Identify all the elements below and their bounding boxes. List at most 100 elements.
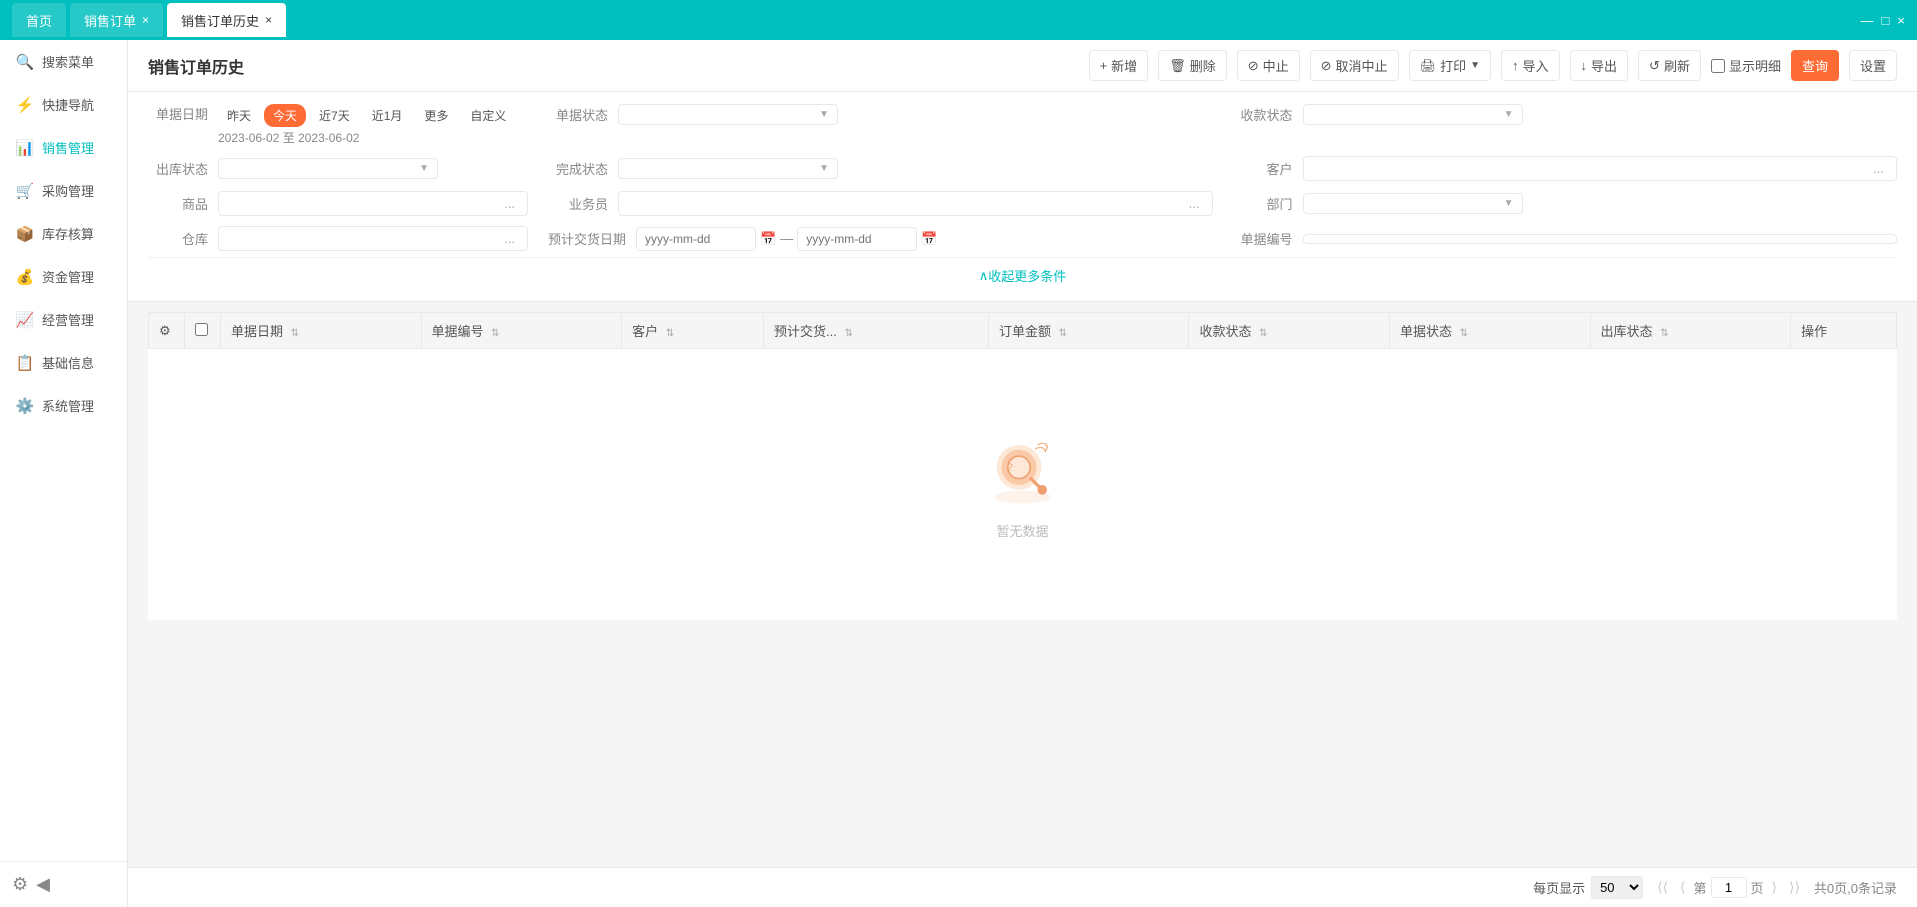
cancel-stop-button[interactable]: ⊘ 取消中止 <box>1310 50 1399 81</box>
sidebar-item-finance[interactable]: 💰 资金管理 <box>0 255 127 298</box>
warehouse-dots[interactable]: ... <box>500 231 519 246</box>
delete-icon: 🗑 <box>1169 58 1186 74</box>
outbound-select[interactable]: ▼ <box>218 158 438 179</box>
sidebar-item-system[interactable]: ⚙️ 系统管理 <box>0 384 127 427</box>
close-window-button[interactable]: × <box>1897 13 1905 28</box>
tab-sales-order-history-close[interactable]: × <box>265 13 272 27</box>
sidebar-item-inventory[interactable]: 📦 库存核算 <box>0 212 127 255</box>
col-amount-sort: ⇅ <box>1059 328 1067 339</box>
last-page-btn[interactable]: ⟩⟩ <box>1785 877 1804 898</box>
main-layout: 🔍 搜索菜单 ⚡ 快捷导航 📊 销售管理 🛒 采购管理 📦 库存核算 💰 资金管… <box>0 40 1917 907</box>
sidebar-inventory-label: 库存核算 <box>42 224 94 243</box>
sidebar-settings-btn[interactable]: ⚙ <box>12 874 28 895</box>
tab-sales-order[interactable]: 销售订单 × <box>70 3 163 37</box>
stop-button[interactable]: ⊘ 中止 <box>1237 50 1300 81</box>
top-bar: 首页 销售订单 × 销售订单历史 × — □ × <box>0 0 1917 40</box>
col-doc-status[interactable]: 单据状态 ⇅ <box>1390 313 1591 349</box>
sidebar-item-search[interactable]: 🔍 搜索菜单 <box>0 40 127 83</box>
display-toggle-checkbox[interactable] <box>1711 59 1725 73</box>
col-outbound-status[interactable]: 出库状态 ⇅ <box>1590 313 1791 349</box>
outbound-chevron: ▼ <box>419 163 429 174</box>
select-all-checkbox[interactable] <box>195 323 208 336</box>
sidebar-item-basics[interactable]: 📋 基础信息 <box>0 341 127 384</box>
display-toggle[interactable]: 显示明细 <box>1711 56 1781 75</box>
col-date[interactable]: 单据日期 ⇅ <box>221 313 422 349</box>
sidebar-item-sales[interactable]: 📊 销售管理 <box>0 126 127 169</box>
delivery-from-input[interactable] <box>636 227 756 251</box>
page-number-input[interactable] <box>1711 877 1747 898</box>
import-icon: ↑ <box>1512 58 1519 73</box>
warehouse-label: 仓库 <box>148 229 218 248</box>
restore-button[interactable]: □ <box>1882 13 1890 28</box>
import-button[interactable]: ↑ 导入 <box>1501 50 1560 81</box>
tab-sales-order-history[interactable]: 销售订单历史 × <box>167 3 286 37</box>
col-docno-sort: ⇅ <box>491 328 499 339</box>
salesperson-dots[interactable]: ... <box>1185 196 1204 211</box>
customer-dots[interactable]: ... <box>1869 161 1888 176</box>
prev-page-btn[interactable]: ⟨ <box>1676 877 1689 898</box>
stop-icon: ⊘ <box>1248 58 1259 74</box>
sidebar-item-operations[interactable]: 📈 经营管理 <box>0 298 127 341</box>
sidebar-item-purchase[interactable]: 🛒 采购管理 <box>0 169 127 212</box>
first-page-btn[interactable]: ⟨⟨ <box>1653 877 1672 898</box>
col-customer[interactable]: 客户 ⇅ <box>622 313 764 349</box>
print-dropdown-icon: ▼ <box>1470 60 1480 71</box>
outbound-label: 出库状态 <box>148 159 218 178</box>
col-date-label: 单据日期 <box>231 324 283 339</box>
export-button[interactable]: ↓ 导出 <box>1570 50 1629 81</box>
complete-select[interactable]: ▼ <box>618 158 838 179</box>
col-delivery[interactable]: 预计交货... ⇅ <box>764 313 989 349</box>
dept-chevron: ▼ <box>1504 198 1514 209</box>
collapse-label: 收起更多条件 <box>988 266 1066 285</box>
date-btn-more[interactable]: 更多 <box>415 104 457 127</box>
sidebar: 🔍 搜索菜单 ⚡ 快捷导航 📊 销售管理 🛒 采购管理 📦 库存核算 💰 资金管… <box>0 40 128 907</box>
per-page-select[interactable]: 50 10 20 100 <box>1591 876 1643 899</box>
import-label: 导入 <box>1523 56 1549 75</box>
add-icon: + <box>1100 58 1108 73</box>
col-delivery-label: 预计交货... <box>774 324 837 339</box>
delete-label: 删除 <box>1190 56 1216 75</box>
goods-dots[interactable]: ... <box>500 196 519 211</box>
doc-no-label: 单据编号 <box>1233 229 1303 248</box>
delete-button[interactable]: 🗑 删除 <box>1158 50 1227 81</box>
collapse-btn[interactable]: ∧ 收起更多条件 <box>148 262 1897 289</box>
date-btn-1month[interactable]: 近1月 <box>363 104 412 127</box>
query-button[interactable]: 查询 <box>1791 50 1839 81</box>
tab-sales-order-close[interactable]: × <box>142 13 149 27</box>
refresh-button[interactable]: ↺ 刷新 <box>1638 50 1701 81</box>
table-settings-th[interactable]: ⚙ <box>149 313 185 349</box>
add-button[interactable]: + 新增 <box>1089 50 1149 81</box>
col-docno[interactable]: 单据编号 ⇅ <box>421 313 622 349</box>
dept-select[interactable]: ▼ <box>1303 193 1523 214</box>
next-page-btn[interactable]: ⟩ <box>1768 877 1781 898</box>
sidebar-collapse-btn[interactable]: ◀ <box>36 874 50 895</box>
tab-home[interactable]: 首页 <box>12 3 66 37</box>
date-label: 单据日期 <box>148 104 218 123</box>
sidebar-item-quick-nav[interactable]: ⚡ 快捷导航 <box>0 83 127 126</box>
date-btn-today[interactable]: 今天 <box>264 104 306 127</box>
sidebar-bottom: ⚙ ◀ <box>0 861 127 907</box>
settings-button[interactable]: 设置 <box>1849 50 1897 81</box>
col-amount[interactable]: 订单金额 ⇅ <box>988 313 1189 349</box>
date-buttons: 昨天 今天 近7天 近1月 更多 自定义 <box>218 104 515 127</box>
delivery-from-cal[interactable]: 📅 <box>760 231 776 247</box>
table-check-th[interactable] <box>185 313 221 349</box>
add-label: 新增 <box>1111 56 1137 75</box>
goods-label: 商品 <box>148 194 218 213</box>
print-button[interactable]: 🖨 打印 ▼ <box>1409 50 1491 81</box>
delivery-label: 预计交货日期 <box>548 229 636 248</box>
stop-label: 中止 <box>1263 56 1289 75</box>
col-payment-status[interactable]: 收款状态 ⇅ <box>1189 313 1390 349</box>
date-btn-7days[interactable]: 近7天 <box>310 104 359 127</box>
minimize-button[interactable]: — <box>1861 13 1874 28</box>
page-nav: ⟨⟨ ⟨ 第 页 ⟩ ⟩⟩ <box>1653 877 1804 898</box>
status-select[interactable]: ▼ <box>618 104 838 125</box>
delivery-to-cal[interactable]: 📅 <box>921 231 937 247</box>
inventory-icon: 📦 <box>16 225 34 243</box>
delivery-to-input[interactable] <box>797 227 917 251</box>
print-icon: 🖨 <box>1420 58 1437 74</box>
date-btn-custom[interactable]: 自定义 <box>461 104 515 127</box>
date-btn-yesterday[interactable]: 昨天 <box>218 104 260 127</box>
sidebar-quick-nav-label: 快捷导航 <box>42 95 94 114</box>
payment-select[interactable]: ▼ <box>1303 104 1523 125</box>
